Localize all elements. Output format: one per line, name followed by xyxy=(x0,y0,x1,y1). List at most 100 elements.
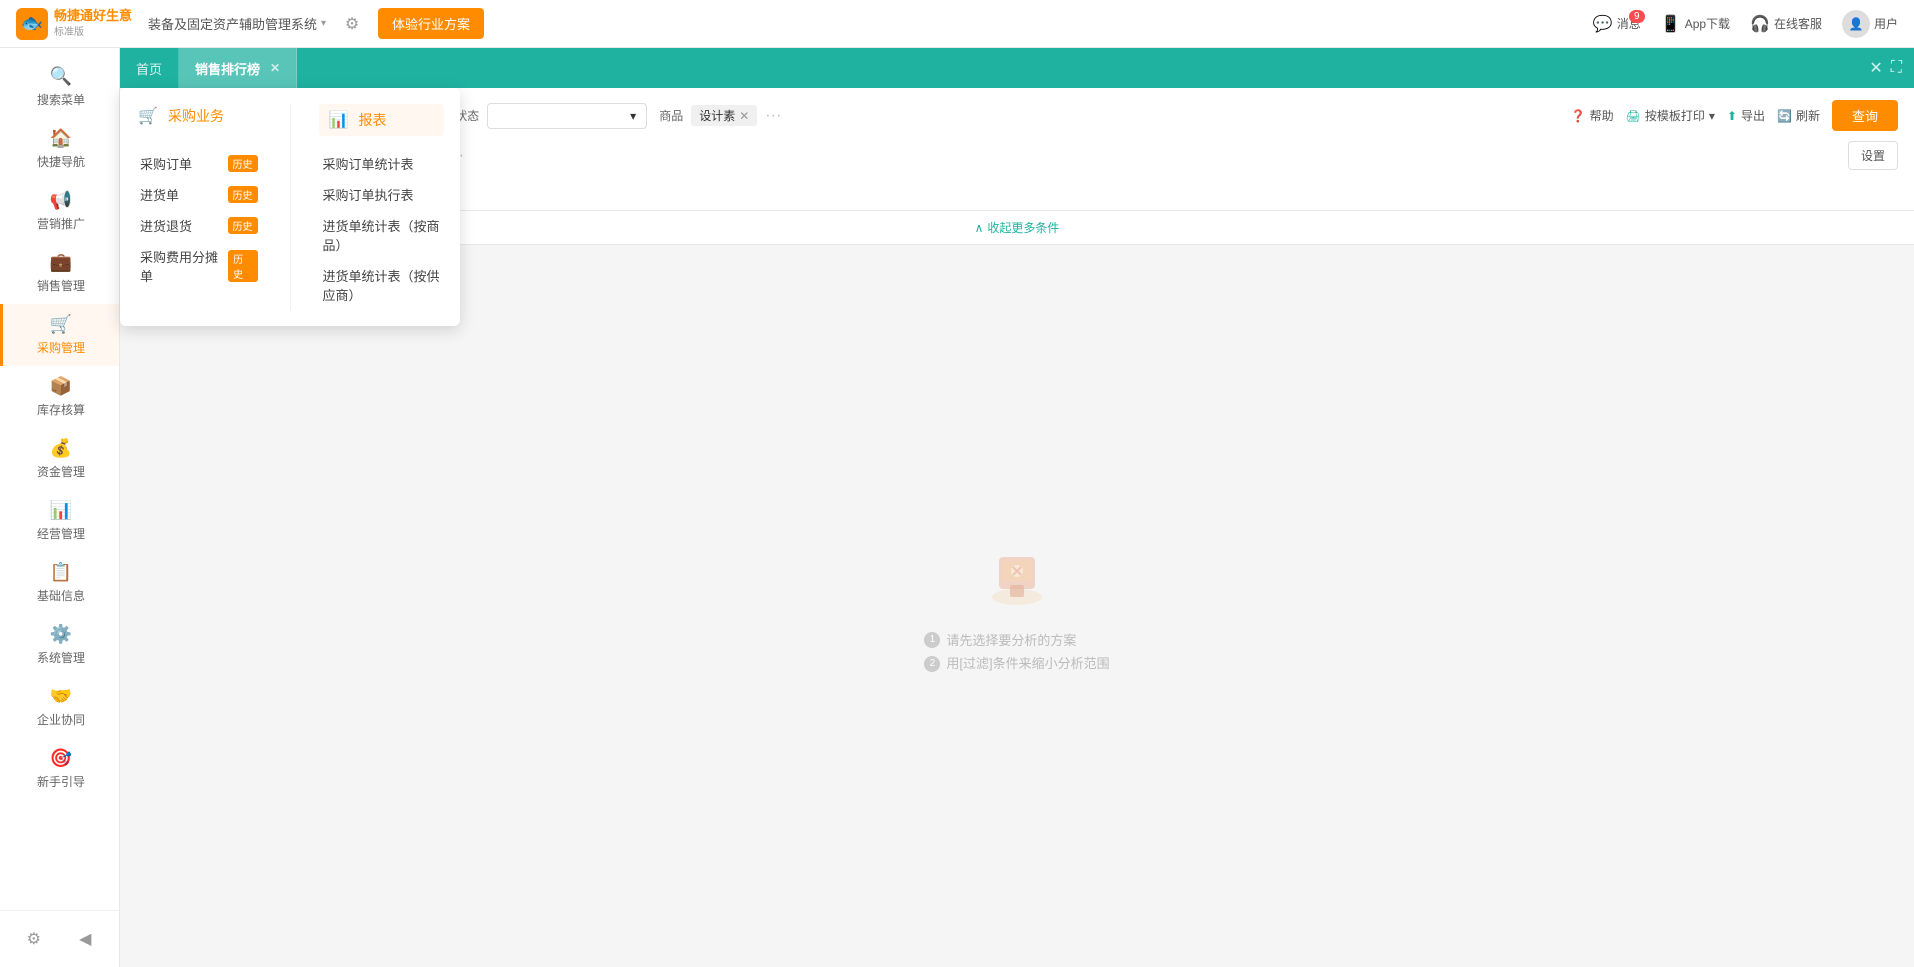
goods-tag: 设计素 ✕ xyxy=(691,105,757,126)
sidebar-item-label: 快捷导航 xyxy=(37,153,85,170)
tab-bar: 首页 销售排行榜 ✕ ✕ ⛶ xyxy=(120,48,1914,88)
print-btn[interactable]: 🖨 按模板打印 ▾ xyxy=(1626,107,1715,124)
goods-dots[interactable]: ··· xyxy=(765,107,781,125)
logo-main: 畅捷通好生意 xyxy=(54,7,132,25)
menu-item-goods-by-product[interactable]: 进货单统计表（按商品） xyxy=(319,210,445,260)
online-service-btn[interactable]: 🎧 在线客服 xyxy=(1750,14,1822,34)
sidebar-item-label: 采购管理 xyxy=(37,339,85,356)
voucher-status-select[interactable]: ▾ xyxy=(487,103,647,129)
setting-btn[interactable]: 设置 xyxy=(1848,141,1898,170)
marketing-icon: 📢 xyxy=(50,190,72,211)
report-col-title: 报表 xyxy=(359,110,387,130)
menu-item-goods-by-supplier[interactable]: 进货单统计表（按供应商） xyxy=(319,260,445,310)
menu-item-purchase-expense[interactable]: 采购费用分摊单 历史 xyxy=(136,241,262,291)
hist-badge-3: 历史 xyxy=(228,250,257,282)
industry-btn[interactable]: 体验行业方案 xyxy=(378,8,484,39)
menu-item-po-exec[interactable]: 采购订单执行表 xyxy=(319,179,445,210)
system-icon: ⚙️ xyxy=(50,624,72,645)
menu-item-purchase-order[interactable]: 采购订单 历史 xyxy=(136,148,262,179)
tab-maximize-icon[interactable]: ⛶ xyxy=(1891,59,1902,77)
sidebar-item-guide[interactable]: 🎯 新手引导 xyxy=(0,738,119,800)
toolbar-right: ❓ 帮助 🖨 按模板打印 ▾ ⬆ 导出 🔄 刷新 xyxy=(1571,100,1898,131)
sidebar-item-label: 营销推广 xyxy=(37,215,85,232)
voucher-status-group: 单据状态 ▾ xyxy=(431,103,647,129)
tab-home[interactable]: 首页 xyxy=(120,48,179,88)
sidebar-item-label: 企业协同 xyxy=(37,711,85,728)
logo-area: 🐟 畅捷通好生意 标准版 xyxy=(16,7,136,39)
sidebar-item-purchase[interactable]: 🛒 采购管理 xyxy=(0,304,119,366)
notification-badge: 9 xyxy=(1629,10,1645,23)
goods-group: 商品 设计素 ✕ ··· xyxy=(659,105,781,126)
sidebar-item-search[interactable]: 🔍 搜索菜单 xyxy=(0,56,119,118)
menu-column-purchase-header: 🛒 采购业务 xyxy=(136,104,262,136)
search-icon: 🔍 xyxy=(50,66,72,87)
sidebar-settings-btn[interactable]: ⚙ xyxy=(18,923,50,955)
sidebar-item-marketing[interactable]: 📢 营销推广 xyxy=(0,180,119,242)
tab-home-label: 首页 xyxy=(136,59,162,78)
help-btn[interactable]: ❓ 帮助 xyxy=(1571,107,1614,124)
menu-column-reports: 📊 报表 采购订单统计表 采购订单执行表 进货单统计表（按商品） 进货单统计表（… xyxy=(319,104,445,310)
purchase-icon: 🛒 xyxy=(50,314,72,335)
refresh-btn[interactable]: 🔄 刷新 xyxy=(1777,107,1820,124)
menu-item-goods-receipt[interactable]: 进货单 历史 xyxy=(136,179,262,210)
print-arrow: ▾ xyxy=(1709,109,1715,123)
header-right: 💬 消息 9 📱 App下载 🎧 在线客服 👤 用户 xyxy=(1593,10,1898,38)
sidebar-collapse-btn[interactable]: ◀ xyxy=(69,923,101,955)
collapse-arrow-icon: ∧ xyxy=(975,221,984,235)
sidebar-item-operations[interactable]: 📊 经营管理 xyxy=(0,490,119,552)
sidebar-item-label: 库存核算 xyxy=(37,401,85,418)
user-btn[interactable]: 👤 用户 xyxy=(1842,10,1898,38)
sidebar-item-label: 基础信息 xyxy=(37,587,85,604)
app-download-btn[interactable]: 📱 App下载 xyxy=(1661,14,1730,34)
system-title: 装备及固定资产辅助管理系统 ▾ xyxy=(148,14,326,33)
header-left: 🐟 畅捷通好生意 标准版 装备及固定资产辅助管理系统 ▾ ⚙ 体验行业方案 xyxy=(16,7,484,39)
sidebar-item-enterprise[interactable]: 🤝 企业协同 xyxy=(0,676,119,738)
tab-controls: ✕ ⛶ xyxy=(1857,58,1914,78)
sidebar-item-inventory[interactable]: 📦 库存核算 xyxy=(0,366,119,428)
goods-label: 商品 xyxy=(659,107,683,124)
print-icon: 🖨 xyxy=(1626,109,1641,123)
sidebar-item-basic-info[interactable]: 📋 基础信息 xyxy=(0,552,119,614)
empty-text: 1 请先选择要分析的方案 2 用[过滤]条件来缩小分析范围 xyxy=(924,629,1109,676)
purchase-col-icon: 🛒 xyxy=(136,104,160,128)
menu-column-reports-header: 📊 报表 xyxy=(319,104,445,136)
query-btn[interactable]: 查询 xyxy=(1832,100,1898,131)
sidebar-item-label: 销售管理 xyxy=(37,277,85,294)
sidebar-item-capital[interactable]: 💰 资金管理 xyxy=(0,428,119,490)
avatar: 👤 xyxy=(1842,10,1870,38)
purchase-dropdown-menu: 🛒 采购业务 采购订单 历史 进货单 历史 进货退货 历史 采购费用分摊单 历史… xyxy=(120,88,460,326)
sidebar-item-label: 系统管理 xyxy=(37,649,85,666)
menu-item-goods-return[interactable]: 进货退货 历史 xyxy=(136,210,262,241)
voucher-status-arrow: ▾ xyxy=(630,109,636,123)
tab-close-all-icon[interactable]: ✕ xyxy=(1869,58,1882,78)
menu-item-po-stat[interactable]: 采购订单统计表 xyxy=(319,148,445,179)
export-btn[interactable]: ⬆ 导出 xyxy=(1727,107,1765,124)
sidebar: 🔍 搜索菜单 🏠 快捷导航 📢 营销推广 💼 销售管理 🛒 采购管理 📦 库存核… xyxy=(0,48,120,967)
basic-info-icon: 📋 xyxy=(50,562,72,583)
export-icon: ⬆ xyxy=(1727,109,1737,123)
system-title-arrow[interactable]: ▾ xyxy=(321,18,326,29)
sidebar-item-sales[interactable]: 💼 销售管理 xyxy=(0,242,119,304)
operations-icon: 📊 xyxy=(50,500,72,521)
logo-text: 畅捷通好生意 标准版 xyxy=(54,7,132,39)
tab-close-icon[interactable]: ✕ xyxy=(270,61,280,75)
notification-btn[interactable]: 💬 消息 9 xyxy=(1593,14,1641,34)
goods-tag-close[interactable]: ✕ xyxy=(739,109,749,123)
hist-badge-1: 历史 xyxy=(228,186,258,203)
sidebar-item-label: 资金管理 xyxy=(37,463,85,480)
hist-badge-2: 历史 xyxy=(228,217,258,234)
header-settings-btn[interactable]: ⚙ xyxy=(338,10,366,38)
bell-icon: 💬 xyxy=(1593,14,1613,34)
collapse-btn[interactable]: ∧ 收起更多条件 xyxy=(975,219,1060,236)
tab-sales-rank[interactable]: 销售排行榜 ✕ xyxy=(179,48,297,88)
sidebar-bottom: ⚙ ◀ xyxy=(0,910,119,967)
inventory-icon: 📦 xyxy=(50,376,72,397)
sidebar-item-quick-nav[interactable]: 🏠 快捷导航 xyxy=(0,118,119,180)
empty-state: 1 请先选择要分析的方案 2 用[过滤]条件来缩小分析范围 xyxy=(120,245,1914,967)
sidebar-item-system[interactable]: ⚙️ 系统管理 xyxy=(0,614,119,676)
logo-sub: 标准版 xyxy=(54,26,132,40)
report-col-icon: 📊 xyxy=(327,108,351,132)
menu-divider xyxy=(290,104,291,310)
purchase-col-title: 采购业务 xyxy=(168,106,224,126)
phone-icon: 📱 xyxy=(1661,14,1681,34)
